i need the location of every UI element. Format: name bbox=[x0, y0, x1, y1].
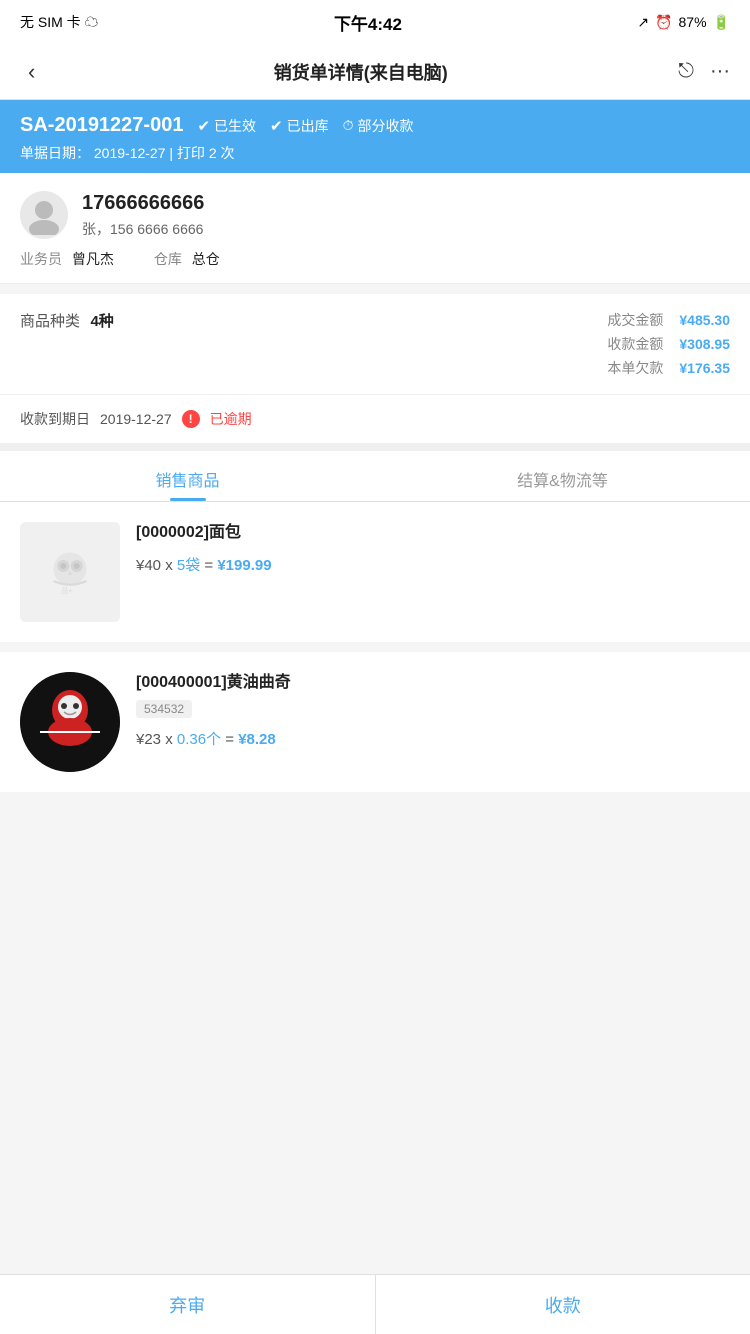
product-item: 品+ [0000002]面包 ¥40 x 5袋 = ¥199.99 bbox=[0, 502, 750, 642]
badge-effective: ✔ 已生效 bbox=[197, 116, 256, 136]
location-icon: ↗ bbox=[637, 14, 649, 31]
check-icon-effective: ✔ bbox=[197, 117, 210, 135]
product-price-2: ¥23 bbox=[136, 731, 161, 748]
due-label: 收款到期日 bbox=[20, 409, 90, 429]
tab-products[interactable]: 销售商品 bbox=[0, 451, 375, 501]
battery-level: 87% bbox=[679, 14, 707, 30]
types-count: 4种 bbox=[90, 313, 113, 330]
nav-bar: ‹ 销货单详情(来自电脑) ⎋ ··· bbox=[0, 44, 750, 100]
order-id: SA-20191227-001 bbox=[20, 114, 183, 137]
received-label: 收款金额 bbox=[607, 334, 663, 354]
product-image-1: 品+ bbox=[20, 522, 120, 622]
sales-field: 业务员 曾凡杰 bbox=[20, 249, 114, 269]
product-sku-2: 534532 bbox=[136, 700, 192, 718]
overdue-text: 已逾期 bbox=[210, 409, 252, 429]
received-value: ¥308.95 bbox=[679, 336, 730, 352]
product-total-1: ¥199.99 bbox=[217, 557, 271, 574]
overdue-icon: ! bbox=[182, 410, 200, 428]
summary-section: 商品种类 4种 成交金额 ¥485.30 收款金额 ¥308.95 本单欠款 ¥… bbox=[0, 294, 750, 395]
status-carrier: 无 SIM 卡 ☁ bbox=[20, 12, 99, 32]
product-list: 品+ [0000002]面包 ¥40 x 5袋 = ¥199.99 bbox=[0, 502, 750, 792]
owed-value: ¥176.35 bbox=[679, 360, 730, 376]
date-label: 单据日期： bbox=[20, 145, 90, 161]
amounts: 成交金额 ¥485.30 收款金额 ¥308.95 本单欠款 ¥176.35 bbox=[607, 310, 730, 378]
customer-name-phone: 张，156 6666 6666 bbox=[82, 219, 204, 239]
product-image-2 bbox=[20, 672, 120, 772]
back-button[interactable]: ‹ bbox=[20, 51, 43, 93]
transaction-amount-row: 成交金额 ¥485.30 bbox=[607, 310, 730, 330]
order-date: 2019-12-27 bbox=[94, 145, 166, 161]
nav-actions: ⎋ ··· bbox=[678, 60, 730, 83]
customer-phone: 17666666666 bbox=[82, 192, 204, 215]
tab-bar: 销售商品 结算&物流等 bbox=[0, 451, 750, 502]
sales-value: 曾凡杰 bbox=[72, 251, 114, 267]
product-info-1: [0000002]面包 ¥40 x 5袋 = ¥199.99 bbox=[136, 522, 730, 575]
reject-button[interactable]: 弃审 bbox=[0, 1275, 376, 1334]
order-header-banner: SA-20191227-001 ✔ 已生效 ✔ 已出库 ⏱ 部分收款 单据日期：… bbox=[0, 100, 750, 173]
product-price-row-1: ¥40 x 5袋 = ¥199.99 bbox=[136, 554, 730, 575]
product-qty-1: 5袋 bbox=[177, 557, 200, 574]
status-time: 下午4:42 bbox=[334, 10, 402, 35]
customer-section: 17666666666 张，156 6666 6666 业务员 曾凡杰 仓库 总… bbox=[0, 173, 750, 284]
warehouse-label: 仓库 bbox=[154, 251, 182, 267]
product-item: [000400001]黄油曲奇 534532 ¥23 x 0.36个 = ¥8.… bbox=[0, 652, 750, 792]
share-icon[interactable]: ⎋ bbox=[678, 60, 694, 83]
product-name-1: [0000002]面包 bbox=[136, 522, 730, 544]
order-date-row: 单据日期： 2019-12-27 | 打印 2 次 bbox=[20, 143, 730, 163]
avatar bbox=[20, 191, 68, 239]
page-title: 销货单详情(来自电脑) bbox=[274, 59, 448, 85]
tab-settlement[interactable]: 结算&物流等 bbox=[375, 451, 750, 501]
received-amount-row: 收款金额 ¥308.95 bbox=[607, 334, 730, 354]
status-right: ↗ ⏰ 87% 🔋 bbox=[637, 14, 730, 31]
badge-partial-payment: ⏱ 部分收款 bbox=[343, 116, 414, 136]
badge-shipped: ✔ 已出库 bbox=[270, 116, 329, 136]
sales-label: 业务员 bbox=[20, 251, 62, 267]
print-info: | 打印 2 次 bbox=[169, 145, 234, 161]
product-price-1: ¥40 bbox=[136, 557, 161, 574]
bottom-bar: 弃审 收款 bbox=[0, 1274, 750, 1334]
product-total-2: ¥8.28 bbox=[238, 731, 276, 748]
product-info-2: [000400001]黄油曲奇 534532 ¥23 x 0.36个 = ¥8.… bbox=[136, 672, 730, 749]
more-icon[interactable]: ··· bbox=[710, 60, 730, 83]
warehouse-value: 总仓 bbox=[192, 251, 220, 267]
status-bar: 无 SIM 卡 ☁ 下午4:42 ↗ ⏰ 87% 🔋 bbox=[0, 0, 750, 44]
svg-text:品+: 品+ bbox=[61, 586, 73, 595]
warehouse-field: 仓库 总仓 bbox=[154, 249, 220, 269]
due-date: 2019-12-27 bbox=[100, 411, 172, 427]
amount-value: ¥485.30 bbox=[679, 312, 730, 328]
alarm-icon: ⏰ bbox=[655, 14, 672, 31]
amount-label: 成交金额 bbox=[607, 310, 663, 330]
product-name-2: [000400001]黄油曲奇 bbox=[136, 672, 730, 694]
collect-button[interactable]: 收款 bbox=[376, 1275, 750, 1334]
product-types: 商品种类 4种 bbox=[20, 310, 114, 331]
check-icon-shipped: ✔ bbox=[270, 117, 283, 135]
battery-icon: 🔋 bbox=[713, 14, 730, 31]
due-section: 收款到期日 2019-12-27 ! 已逾期 bbox=[0, 395, 750, 451]
product-qty-2: 0.36个 bbox=[177, 731, 221, 748]
clock-icon: ⏱ bbox=[343, 117, 354, 134]
product-price-row-2: ¥23 x 0.36个 = ¥8.28 bbox=[136, 728, 730, 749]
owed-amount-row: 本单欠款 ¥176.35 bbox=[607, 358, 730, 378]
owed-label: 本单欠款 bbox=[607, 358, 663, 378]
types-label: 商品种类 bbox=[20, 313, 80, 330]
customer-meta: 业务员 曾凡杰 仓库 总仓 bbox=[20, 249, 730, 269]
